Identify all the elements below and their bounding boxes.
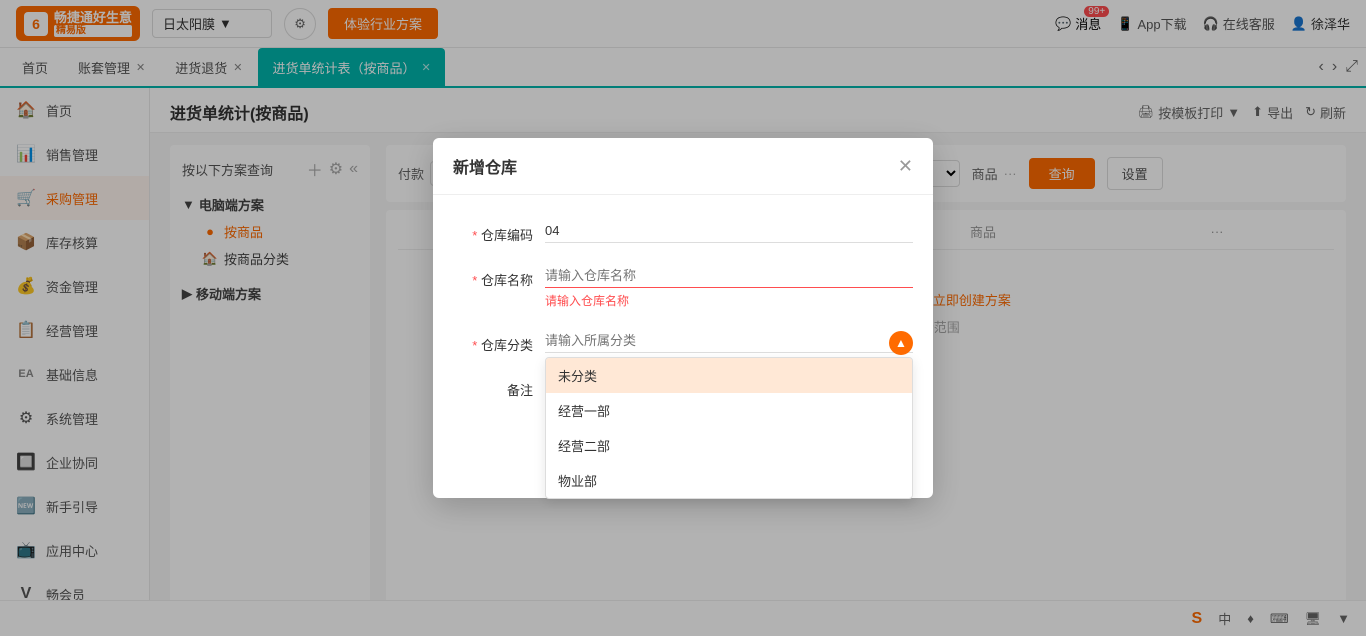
dialog-title: 新增仓库 bbox=[453, 154, 517, 178]
dropdown-item-property[interactable]: 物业部 bbox=[546, 463, 912, 498]
category-dropdown: 未分类 经营一部 经营二部 物业部 bbox=[545, 357, 913, 499]
category-toggle-button[interactable]: ▲ bbox=[889, 331, 913, 355]
category-label-text: 仓库分类 bbox=[481, 338, 533, 353]
add-warehouse-dialog: 新增仓库 ✕ * 仓库编码 * 仓库名称 bbox=[433, 138, 933, 498]
remark-label-text: 备注 bbox=[507, 383, 533, 398]
category-label: * 仓库分类 bbox=[453, 329, 533, 354]
dropdown-item-dept1[interactable]: 经营一部 bbox=[546, 393, 912, 428]
form-row-name: * 仓库名称 请输入仓库名称 bbox=[453, 264, 913, 309]
dialog-body: * 仓库编码 * 仓库名称 请输入仓库名称 bbox=[433, 195, 933, 435]
dialog-close-button[interactable]: ✕ bbox=[898, 156, 913, 177]
form-row-code: * 仓库编码 bbox=[453, 219, 913, 244]
name-error-msg: 请输入仓库名称 bbox=[545, 292, 913, 309]
category-input-wrapper: ▲ 未分类 经营一部 经营二部 物业部 bbox=[545, 329, 913, 353]
code-input[interactable] bbox=[545, 219, 913, 243]
code-label: * 仓库编码 bbox=[453, 219, 533, 244]
name-label-text: 仓库名称 bbox=[481, 273, 533, 288]
modal-overlay[interactable]: 新增仓库 ✕ * 仓库编码 * 仓库名称 bbox=[0, 0, 1366, 636]
name-input[interactable] bbox=[545, 264, 913, 288]
code-label-text: 仓库编码 bbox=[481, 228, 533, 243]
dropdown-item-dept2[interactable]: 经营二部 bbox=[546, 428, 912, 463]
remark-label: 备注 bbox=[453, 374, 533, 399]
dialog-header: 新增仓库 ✕ bbox=[433, 138, 933, 195]
name-label: * 仓库名称 bbox=[453, 264, 533, 289]
form-row-category: * 仓库分类 ▲ 未分类 经营一部 经营二部 物业部 bbox=[453, 329, 913, 354]
category-input[interactable] bbox=[545, 329, 913, 353]
dropdown-item-uncategorized[interactable]: 未分类 bbox=[546, 358, 912, 393]
